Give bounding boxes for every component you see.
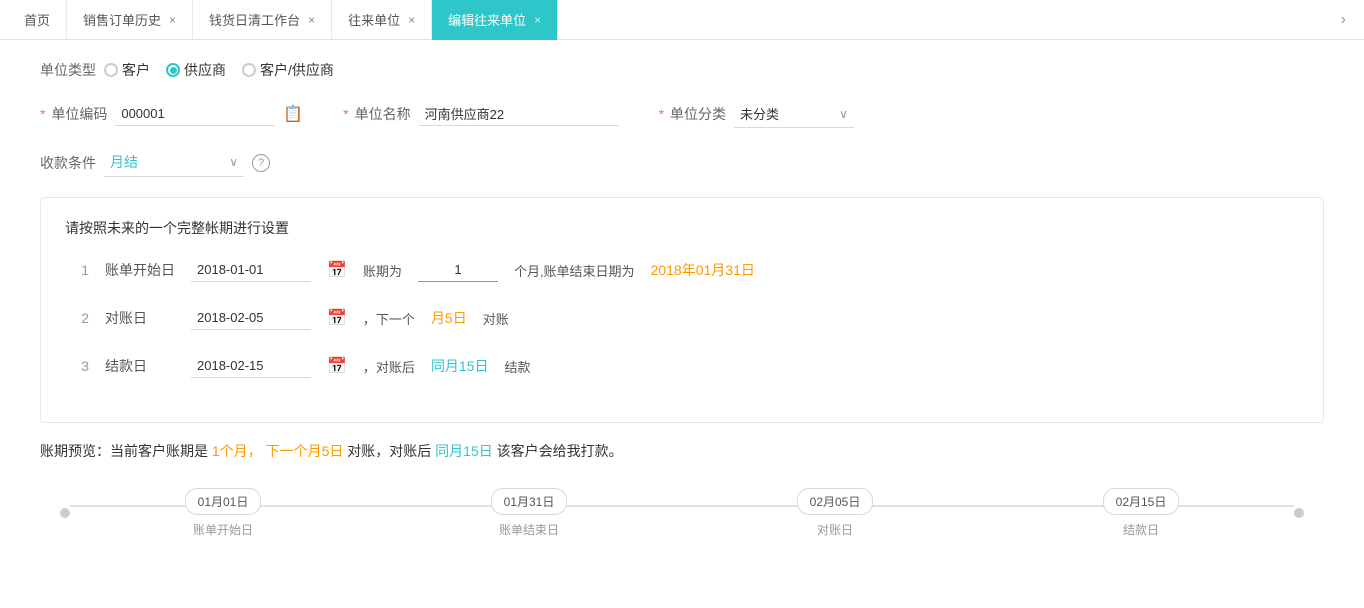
period-label: 账期为 bbox=[363, 261, 402, 280]
preview-part2: 下一个月5日 bbox=[266, 443, 344, 459]
tab-partner-unit[interactable]: 往来单位 × bbox=[332, 0, 432, 40]
radio-both[interactable]: 客户/供应商 bbox=[242, 60, 334, 80]
tab-close-sales[interactable]: × bbox=[169, 13, 176, 27]
timeline-node-3: 02月05日 对账日 bbox=[682, 488, 988, 538]
tab-sales-order-history[interactable]: 销售订单历史 × bbox=[67, 0, 193, 40]
unit-code-label: * 单位编码 bbox=[40, 104, 107, 124]
timeline-section: 01月01日 账单开始日 01月31日 账单结束日 02月05日 对账日 02月… bbox=[40, 488, 1324, 538]
unit-category-label: * 单位分类 bbox=[659, 104, 726, 124]
payment-condition-dropdown[interactable]: 月结 ∨ bbox=[104, 148, 244, 177]
preview-prefix: 账期预览：当前客户账期是 bbox=[40, 443, 208, 459]
row-num-1: 1 bbox=[65, 262, 89, 278]
unit-category-arrow: ∨ bbox=[839, 107, 848, 121]
tab-close-cash[interactable]: × bbox=[308, 13, 315, 27]
tab-close-edit[interactable]: × bbox=[534, 13, 541, 27]
timeline-label-3: 对账日 bbox=[817, 521, 853, 538]
radio-customer[interactable]: 客户 bbox=[104, 60, 150, 80]
preview-part1: 1个月， bbox=[212, 443, 262, 459]
timeline-pill-3: 02月05日 bbox=[797, 488, 874, 515]
settings-card: 请按照未来的一个完整帐期进行设置 1 账单开始日 📅 账期为 个月,账单结束日期… bbox=[40, 197, 1324, 423]
config-row-2: 2 对账日 📅 ，下一个 月5日 对账 bbox=[65, 306, 1299, 330]
timeline-node-4: 02月15日 结款日 bbox=[988, 488, 1294, 538]
payment-condition-value: 月结 bbox=[110, 152, 138, 172]
payment-date-cal-icon[interactable]: 📅 bbox=[327, 356, 347, 376]
unit-category-dropdown[interactable]: 未分类 ∨ bbox=[734, 100, 854, 128]
help-icon[interactable]: ? bbox=[252, 154, 270, 172]
unit-category-value: 未分类 bbox=[740, 104, 779, 123]
timeline-label-2: 账单结束日 bbox=[499, 521, 559, 538]
reconcile-prefix: ，下一个 bbox=[363, 309, 415, 328]
radio-circle-supplier bbox=[166, 63, 180, 77]
row-label-3: 结款日 bbox=[105, 356, 175, 376]
tabs-bar: 首页 销售订单历史 × 钱货日清工作台 × 往来单位 × 编辑往来单位 × › bbox=[0, 0, 1364, 40]
preview-section: 账期预览：当前客户账期是 1个月， 下一个月5日 对账，对账后 同月15日 该客… bbox=[40, 439, 1324, 464]
tabs-chevron[interactable]: › bbox=[1331, 11, 1356, 29]
reconcile-suffix: 对账 bbox=[483, 309, 509, 328]
timeline-pill-4: 02月15日 bbox=[1103, 488, 1180, 515]
radio-label-customer: 客户 bbox=[122, 60, 150, 80]
payment-condition-arrow: ∨ bbox=[229, 155, 238, 169]
preview-part3: 同月15日 bbox=[435, 443, 493, 459]
row-num-3: 3 bbox=[65, 358, 89, 374]
unit-type-radio-group: 客户 供应商 客户/供应商 bbox=[104, 60, 334, 80]
required-star-name: * bbox=[343, 106, 348, 122]
unit-info-row: * 单位编码 📋 * 单位名称 * 单位分类 未分类 ∨ bbox=[40, 100, 1324, 128]
period-end-date: 2018年01月31日 bbox=[651, 260, 755, 280]
config-row-1: 1 账单开始日 📅 账期为 个月,账单结束日期为 2018年01月31日 bbox=[65, 258, 1299, 282]
unit-type-label: 单位类型 bbox=[40, 60, 96, 80]
radio-circle-both bbox=[242, 63, 256, 77]
unit-code-icon[interactable]: 📋 bbox=[283, 104, 303, 124]
timeline-pill-1: 01月01日 bbox=[185, 488, 262, 515]
radio-label-both: 客户/供应商 bbox=[260, 60, 334, 80]
payment-prefix: ，对账后 bbox=[363, 357, 415, 376]
row-num-2: 2 bbox=[65, 310, 89, 326]
unit-type-group: 单位类型 客户 供应商 客户/供应商 bbox=[40, 60, 334, 80]
reconcile-highlight: 月5日 bbox=[431, 308, 467, 328]
radio-circle-customer bbox=[104, 63, 118, 77]
period-suffix: 个月,账单结束日期为 bbox=[514, 261, 635, 280]
row-label-1: 账单开始日 bbox=[105, 260, 175, 280]
timeline-node-1: 01月01日 账单开始日 bbox=[70, 488, 376, 538]
unit-name-label: * 单位名称 bbox=[343, 104, 410, 124]
preview-mid: 对账，对账后 bbox=[347, 443, 431, 459]
required-star-category: * bbox=[659, 106, 664, 122]
tab-close-partner[interactable]: × bbox=[408, 13, 415, 27]
timeline-start-dot bbox=[60, 508, 70, 518]
unit-name-group: * 单位名称 bbox=[343, 102, 618, 126]
payment-condition-row: 收款条件 月结 ∨ ? bbox=[40, 148, 1324, 177]
required-star-code: * bbox=[40, 106, 45, 122]
timeline-inner: 01月01日 账单开始日 01月31日 账单结束日 02月05日 对账日 02月… bbox=[70, 488, 1294, 538]
payment-highlight: 同月15日 bbox=[431, 356, 489, 376]
unit-name-input[interactable] bbox=[419, 102, 619, 126]
card-title: 请按照未来的一个完整帐期进行设置 bbox=[65, 218, 1299, 238]
timeline-end-dot bbox=[1294, 508, 1304, 518]
start-date-input[interactable] bbox=[191, 258, 311, 282]
period-value-input[interactable] bbox=[418, 258, 498, 282]
tab-cash-work[interactable]: 钱货日清工作台 × bbox=[193, 0, 332, 40]
row-label-2: 对账日 bbox=[105, 308, 175, 328]
payment-suffix: 结款 bbox=[505, 357, 531, 376]
timeline-label-1: 账单开始日 bbox=[193, 521, 253, 538]
payment-condition-group: 收款条件 月结 ∨ ? bbox=[40, 148, 270, 177]
start-date-cal-icon[interactable]: 📅 bbox=[327, 260, 347, 280]
unit-category-group: * 单位分类 未分类 ∨ bbox=[659, 100, 854, 128]
preview-suffix: 该客户会给我打款。 bbox=[497, 443, 623, 459]
unit-type-row: 单位类型 客户 供应商 客户/供应商 bbox=[40, 60, 1324, 80]
reconcile-date-input[interactable] bbox=[191, 306, 311, 330]
timeline-wrapper: 01月01日 账单开始日 01月31日 账单结束日 02月05日 对账日 02月… bbox=[60, 488, 1304, 538]
payment-date-input[interactable] bbox=[191, 354, 311, 378]
radio-label-supplier: 供应商 bbox=[184, 60, 226, 80]
config-row-3: 3 结款日 📅 ，对账后 同月15日 结款 bbox=[65, 354, 1299, 378]
unit-code-group: * 单位编码 📋 bbox=[40, 102, 303, 126]
timeline-label-4: 结款日 bbox=[1123, 521, 1159, 538]
payment-condition-label: 收款条件 bbox=[40, 153, 96, 173]
main-content: 单位类型 客户 供应商 客户/供应商 * 单位编码 bbox=[0, 40, 1364, 608]
unit-code-input[interactable] bbox=[115, 102, 275, 126]
tab-home[interactable]: 首页 bbox=[8, 0, 67, 40]
reconcile-date-cal-icon[interactable]: 📅 bbox=[327, 308, 347, 328]
timeline-pill-2: 01月31日 bbox=[491, 488, 568, 515]
tab-edit-partner[interactable]: 编辑往来单位 × bbox=[432, 0, 558, 40]
timeline-node-2: 01月31日 账单结束日 bbox=[376, 488, 682, 538]
radio-supplier[interactable]: 供应商 bbox=[166, 60, 226, 80]
